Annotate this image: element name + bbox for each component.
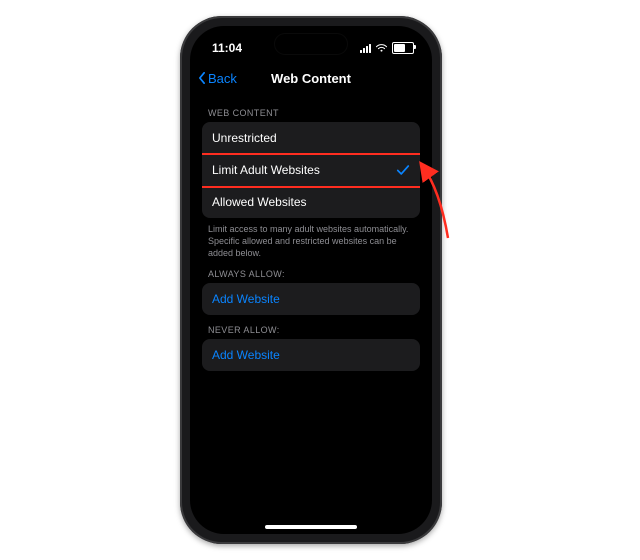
add-website-never-allow[interactable]: Add Website (202, 339, 420, 371)
section-header-web-content: WEB CONTENT (202, 98, 420, 122)
section-header-always-allow: ALWAYS ALLOW: (202, 259, 420, 283)
checkmark-icon (396, 163, 410, 177)
option-label: Limit Adult Websites (212, 163, 320, 177)
never-allow-group: Add Website (202, 339, 420, 371)
web-content-footer: Limit access to many adult websites auto… (202, 218, 420, 259)
option-label: Allowed Websites (212, 195, 307, 209)
status-bar: 11:04 (190, 26, 432, 66)
content-scroll: WEB CONTENT Unrestricted Limit Adult Web… (190, 98, 432, 534)
add-website-always-allow[interactable]: Add Website (202, 283, 420, 315)
wifi-icon (375, 43, 388, 53)
home-indicator (265, 525, 357, 529)
battery-icon (392, 42, 414, 54)
section-header-never-allow: NEVER ALLOW: (202, 315, 420, 339)
page-title: Web Content (271, 71, 351, 86)
web-content-group: Unrestricted Limit Adult Websites Allowe… (202, 122, 420, 218)
always-allow-group: Add Website (202, 283, 420, 315)
phone-frame: 11:04 (180, 16, 442, 544)
cellular-signal-icon (360, 43, 371, 53)
status-time: 11:04 (212, 41, 242, 55)
back-label: Back (208, 71, 237, 86)
phone-screen: 11:04 (190, 26, 432, 534)
option-unrestricted[interactable]: Unrestricted (202, 122, 420, 154)
back-button[interactable]: Back (198, 71, 237, 86)
option-allowed-websites[interactable]: Allowed Websites (202, 186, 420, 218)
chevron-left-icon (198, 72, 206, 84)
add-website-label: Add Website (212, 348, 280, 362)
add-website-label: Add Website (212, 292, 280, 306)
option-limit-adult-websites[interactable]: Limit Adult Websites (202, 154, 420, 186)
option-label: Unrestricted (212, 131, 277, 145)
nav-bar: Back Web Content (190, 62, 432, 94)
